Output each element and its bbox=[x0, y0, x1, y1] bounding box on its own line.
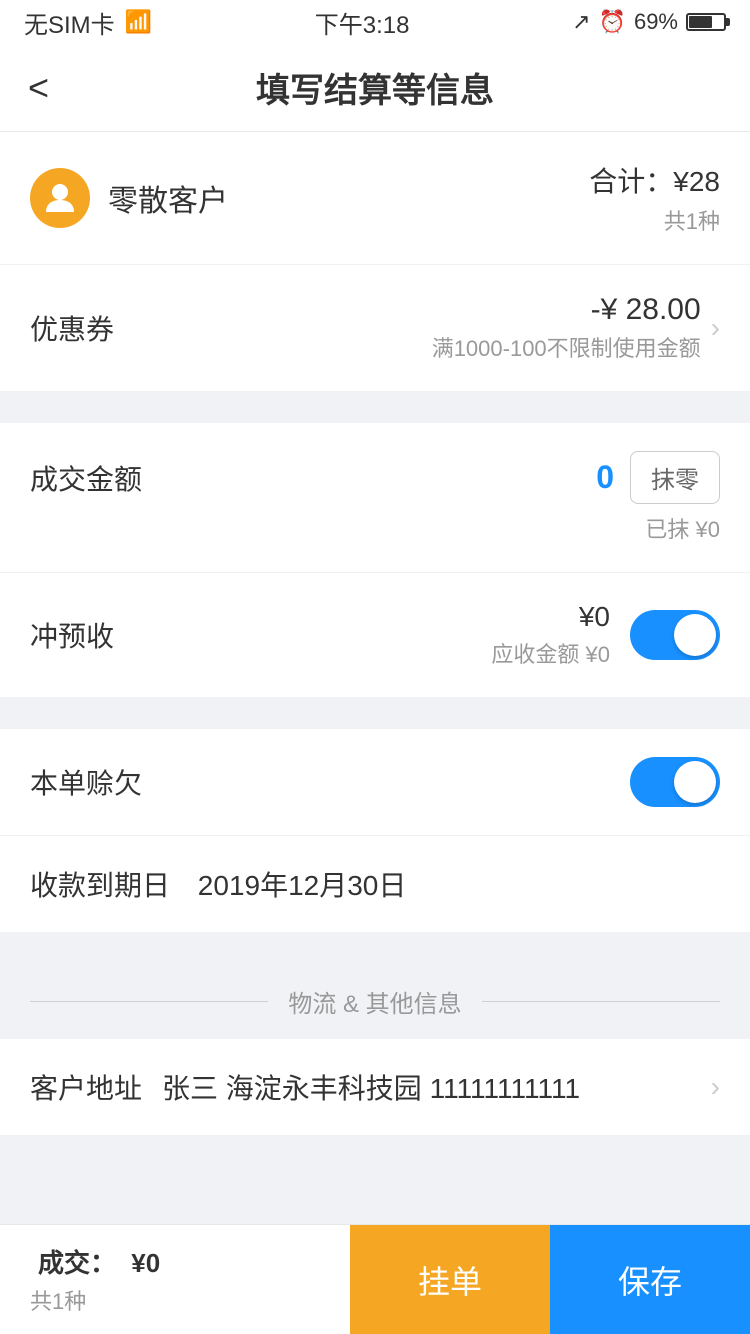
precollect-row: 冲预收 ¥0 应收金额 ¥0 bbox=[30, 601, 720, 669]
customer-left: 零散客户 bbox=[30, 168, 228, 228]
page-title: 填写结算等信息 bbox=[256, 63, 494, 112]
precollect-right: ¥0 应收金额 ¥0 bbox=[491, 601, 720, 669]
status-bar: 无SIM卡 📶 下午3:18 ↗ ⏰ 69% bbox=[0, 0, 750, 44]
customer-name: 零散客户 bbox=[108, 176, 228, 220]
back-button[interactable]: < bbox=[28, 67, 49, 109]
hang-order-button[interactable]: 挂单 bbox=[350, 1225, 550, 1334]
content: 零散客户 合计：¥28 共1种 优惠券 -¥ 28.00 满1000-100不限… bbox=[0, 132, 750, 1271]
coupon-sub-text: 满1000-100不限制使用金额 bbox=[432, 331, 701, 363]
chevron-right-icon: › bbox=[711, 312, 720, 344]
total-amount: 合计：¥28 bbox=[589, 160, 720, 200]
due-date-section: 收款到期日 2019年12月30日 bbox=[0, 835, 750, 932]
arrears-label: 本单赊欠 bbox=[30, 762, 142, 802]
customer-right: 合计：¥28 共1种 bbox=[589, 160, 720, 236]
total-count: 共1种 bbox=[589, 204, 720, 236]
coupon-row[interactable]: 优惠券 -¥ 28.00 满1000-100不限制使用金额 › bbox=[0, 264, 750, 391]
section-divider-1 bbox=[0, 407, 750, 423]
address-value: 张三 海淀永丰科技园 11111111111 bbox=[162, 1067, 711, 1107]
transaction-row: 成交金额 0 抹零 bbox=[30, 451, 720, 504]
status-right: ↗ ⏰ 69% bbox=[572, 9, 726, 35]
alarm-icon: ⏰ bbox=[599, 9, 626, 35]
status-time: 下午3:18 bbox=[315, 5, 410, 40]
location-icon: ↗ bbox=[572, 9, 590, 35]
wifi-icon: 📶 bbox=[125, 9, 152, 35]
bottom-transaction: 成交： ¥0 bbox=[30, 1243, 320, 1280]
status-left: 无SIM卡 📶 bbox=[24, 5, 152, 40]
precollect-section: 冲预收 ¥0 应收金额 ¥0 bbox=[0, 572, 750, 697]
precollect-amounts: ¥0 应收金额 ¥0 bbox=[491, 601, 610, 669]
toggle-knob bbox=[674, 614, 716, 656]
bottom-count: 共1种 bbox=[30, 1284, 320, 1316]
transaction-amount: 0 bbox=[596, 459, 614, 496]
arrears-toggle[interactable] bbox=[630, 757, 720, 807]
address-row[interactable]: 客户地址 张三 海淀永丰科技园 11111111111 › bbox=[0, 1039, 750, 1135]
precollect-toggle[interactable] bbox=[630, 610, 720, 660]
customer-row: 零散客户 合计：¥28 共1种 bbox=[0, 132, 750, 264]
customer-card: 零散客户 合计：¥28 共1种 优惠券 -¥ 28.00 满1000-100不限… bbox=[0, 132, 750, 391]
transaction-label: 成交金额 bbox=[30, 458, 142, 498]
due-date-value: 2019年12月30日 bbox=[198, 870, 407, 901]
address-chevron-icon: › bbox=[711, 1071, 720, 1103]
transaction-card: 成交金额 0 抹零 已抹 ¥0 冲预收 ¥0 应收金额 ¥0 bbox=[0, 423, 750, 697]
transaction-section: 成交金额 0 抹零 已抹 ¥0 bbox=[0, 423, 750, 572]
arrears-card: 本单赊欠 收款到期日 2019年12月30日 bbox=[0, 729, 750, 932]
section-divider-2 bbox=[0, 713, 750, 729]
address-card: 客户地址 张三 海淀永丰科技园 11111111111 › bbox=[0, 1039, 750, 1135]
address-label: 客户地址 bbox=[30, 1067, 142, 1107]
precollect-receivable: 应收金额 ¥0 bbox=[491, 637, 610, 669]
precollect-value: ¥0 bbox=[491, 601, 610, 633]
battery-icon bbox=[686, 13, 726, 31]
save-button[interactable]: 保存 bbox=[550, 1225, 750, 1334]
bottom-info: 成交： ¥0 共1种 bbox=[0, 1243, 350, 1316]
section-divider-3 bbox=[0, 948, 750, 964]
customer-avatar bbox=[30, 168, 90, 228]
carrier-text: 无SIM卡 bbox=[24, 5, 115, 40]
round-zero-button[interactable]: 抹零 bbox=[630, 451, 720, 504]
divider-line-left bbox=[30, 1001, 268, 1002]
transaction-value: 0 抹零 bbox=[596, 451, 720, 504]
due-date-label: 收款到期日 bbox=[30, 870, 170, 901]
bottom-bar: 成交： ¥0 共1种 挂单 保存 bbox=[0, 1224, 750, 1334]
coupon-label: 优惠券 bbox=[30, 308, 114, 348]
battery-percent: 69% bbox=[634, 9, 678, 35]
coupon-right: -¥ 28.00 满1000-100不限制使用金额 › bbox=[432, 293, 720, 363]
coupon-discount: -¥ 28.00 bbox=[432, 293, 701, 327]
divider-line-right bbox=[482, 1001, 720, 1002]
logistics-text: 物流 & 其他信息 bbox=[288, 984, 461, 1019]
coupon-details: -¥ 28.00 满1000-100不限制使用金额 bbox=[432, 293, 701, 363]
arrears-toggle-knob bbox=[674, 761, 716, 803]
precollect-label: 冲预收 bbox=[30, 615, 114, 655]
logistics-divider: 物流 & 其他信息 bbox=[0, 964, 750, 1039]
arrears-row: 本单赊欠 bbox=[0, 729, 750, 835]
battery-fill bbox=[689, 16, 712, 28]
page-header: < 填写结算等信息 bbox=[0, 44, 750, 132]
already-rounded-text: 已抹 ¥0 bbox=[645, 517, 720, 542]
bottom-transaction-label: 成交： bbox=[38, 1248, 116, 1278]
bottom-transaction-value: ¥0 bbox=[131, 1248, 160, 1278]
